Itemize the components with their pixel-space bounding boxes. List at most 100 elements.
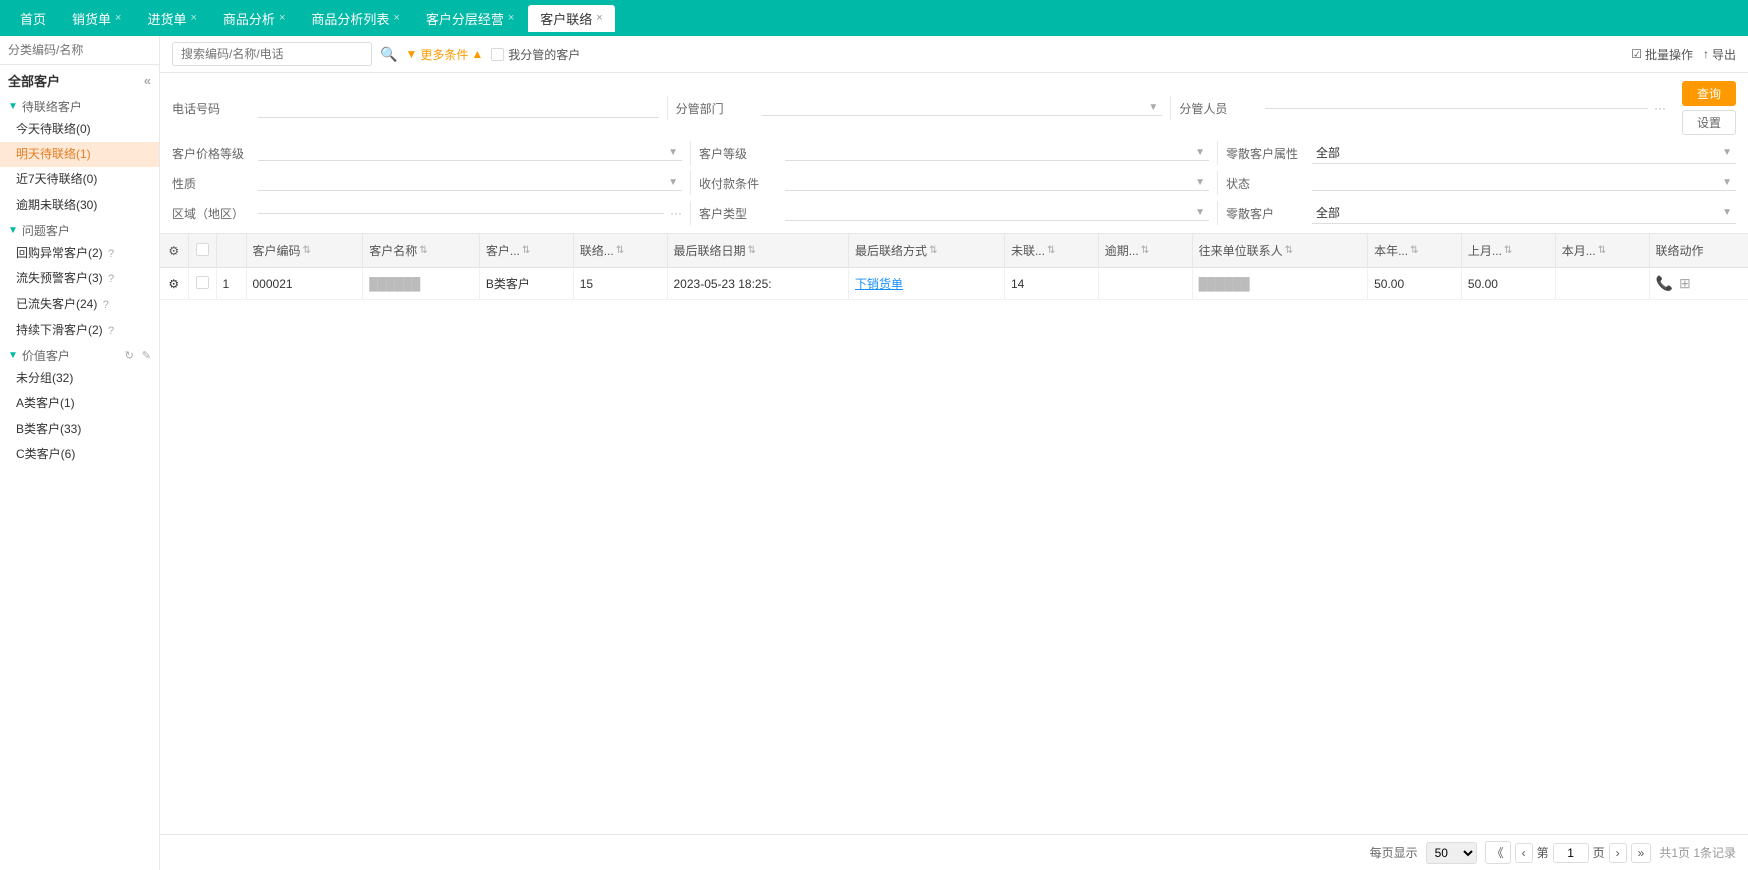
sidebar-item-overdue[interactable]: 逾期未联络(30) [0,193,159,218]
group-problem-customers[interactable]: ▼ 问题客户 [0,218,159,241]
retail-attr-chevron-icon: ▼ [1722,147,1732,158]
customer-type-chevron-icon: ▼ [1195,207,1205,218]
sidebar-item-ungrouped[interactable]: 未分组(32) [0,366,159,391]
nature-select[interactable]: ▼ [258,175,682,191]
sidebar-item-class-b[interactable]: B类客户(33) [0,417,159,442]
sidebar-item-class-c[interactable]: C类客户(6) [0,442,159,467]
refresh-icon[interactable]: ↻ [125,349,134,362]
th-unit-contacts[interactable]: 往来单位联系人⇅ [1192,234,1368,268]
customers-table: ⚙ 客户编码⇅ 客户名称⇅ 客户...⇅ [160,234,1748,300]
query-button[interactable]: 查询 [1682,81,1736,106]
th-checkbox[interactable] [188,234,216,268]
more-conditions-btn[interactable]: ▼ 更多条件 ▲ [405,46,483,63]
group-pending-contact[interactable]: ▼ 待联络客户 [0,94,159,117]
first-page-btn[interactable]: 《 [1485,841,1511,864]
close-goods-analysis-icon[interactable]: × [279,12,285,24]
th-checkbox-box[interactable] [196,243,209,256]
collapse-icon[interactable]: « [144,73,151,88]
arrow-pending-icon: ▼ [8,101,18,112]
filter-nature: 性质 ▼ [172,175,682,192]
row-gear[interactable]: ⚙ [160,268,188,300]
sidebar-item-tomorrow[interactable]: 明天待联络(1) [0,142,159,167]
sidebar-item-churn-warning[interactable]: 流失预警客户(3) ? [0,266,159,292]
sidebar-item-7days[interactable]: 近7天待联络(0) [0,167,159,192]
status-select[interactable]: ▼ [1312,175,1736,191]
dept-select[interactable]: ▼ [762,100,1163,116]
contact-phone-icon[interactable]: 📞 [1656,275,1673,292]
th-this-year[interactable]: 本年...⇅ [1368,234,1462,268]
retail-attr-select[interactable]: 全部 ▼ [1312,142,1736,164]
close-sales-icon[interactable]: × [115,12,121,24]
sort-last-month-icon: ⇅ [1504,245,1512,256]
payment-terms-select[interactable]: ▼ [785,175,1209,191]
filter-bar: 🔍 ▼ 更多条件 ▲ 我分管的客户 ☑ 批量操作 ↑ 导出 [160,36,1748,73]
edit-value-icon[interactable]: ✎ [142,349,151,362]
row-checkbox[interactable] [188,268,216,300]
last-page-btn[interactable]: » [1631,843,1652,863]
th-customer-type[interactable]: 客户...⇅ [479,234,573,268]
per-page-select[interactable]: 50 20 100 [1426,842,1477,864]
region-ellipsis-btn[interactable]: ··· [670,206,682,220]
phone-input[interactable] [258,99,659,118]
th-overdue[interactable]: 逾期...⇅ [1098,234,1192,268]
close-purchase-icon[interactable]: × [190,12,196,24]
sidebar-item-class-a[interactable]: A类客户(1) [0,391,159,416]
row-overdue [1098,268,1192,300]
th-this-month[interactable]: 本月...⇅ [1555,234,1649,268]
prev-page-btn[interactable]: ‹ [1515,843,1533,863]
nav-customer-segment[interactable]: 客户分层经营 × [414,5,526,32]
batch-op-btn[interactable]: ☑ 批量操作 [1631,46,1693,63]
contact-more-icon[interactable]: ⊞ [1679,275,1691,292]
search-button[interactable]: 🔍 [380,46,397,63]
th-gear[interactable]: ⚙ [160,234,188,268]
price-level-select[interactable]: ▼ [258,145,682,161]
dept-chevron-icon: ▼ [1148,102,1158,113]
filter-bar-right: ☑ 批量操作 ↑ 导出 [1631,46,1736,63]
sidebar-item-today[interactable]: 今天待联络(0) [0,117,159,142]
close-customer-contact-icon[interactable]: × [596,12,602,24]
sort-type-icon: ⇅ [522,245,530,256]
th-last-contact-method[interactable]: 最后联络方式⇅ [849,234,1005,268]
th-customer-name[interactable]: 客户名称⇅ [363,234,480,268]
row-contacts: 15 [573,268,667,300]
close-customer-segment-icon[interactable]: × [508,12,514,24]
my-customers-toggle[interactable]: 我分管的客户 [491,46,580,63]
reset-button[interactable]: 设置 [1682,110,1736,135]
th-last-month[interactable]: 上月...⇅ [1461,234,1555,268]
search-input[interactable] [172,42,372,66]
sidebar-item-churned[interactable]: 已流失客户(24) ? [0,292,159,318]
all-customers-label: 全部客户 [8,71,60,90]
per-page-label: 每页显示 [1370,844,1418,861]
nav-purchase[interactable]: 进货单 × [135,5,208,32]
person-ellipsis-btn[interactable]: ··· [1654,101,1666,115]
close-goods-analysis-list-icon[interactable]: × [393,12,399,24]
sidebar-item-declining[interactable]: 持续下滑客户(2) ? [0,318,159,344]
group-value-customers[interactable]: ▼ 价值客户 ↻ ✎ [0,343,159,366]
nav-sales[interactable]: 销货单 × [60,5,133,32]
th-uncontacted[interactable]: 未联...⇅ [1004,234,1098,268]
nav-home[interactable]: 首页 [8,5,58,32]
row-this-year: 50.00 [1368,268,1462,300]
filter-row-4: 区域（地区） ··· 客户类型 ▼ 零散客户 全部 [172,201,1736,225]
my-customers-checkbox[interactable] [491,48,504,61]
th-contacts[interactable]: 联络...⇅ [573,234,667,268]
sidebar-search-input[interactable] [8,43,160,57]
th-last-contact-date[interactable]: 最后联络日期⇅ [667,234,849,268]
customer-type-select[interactable]: ▼ [785,205,1209,221]
row-unit-contacts: ██████ [1192,268,1368,300]
sidebar-item-repurchase-anomaly[interactable]: 回购异常客户(2) ? [0,241,159,267]
filter-actions: 查询 设置 [1682,81,1736,135]
row-cb-box[interactable] [196,276,209,289]
customer-level-select[interactable]: ▼ [785,145,1209,161]
export-btn[interactable]: ↑ 导出 [1703,46,1736,63]
nav-customer-contact[interactable]: 客户联络 × [528,5,614,32]
row-idx: 1 [216,268,246,300]
retail-customer-select[interactable]: 全部 ▼ [1312,202,1736,224]
th-customer-code[interactable]: 客户编码⇅ [246,234,363,268]
nav-goods-analysis[interactable]: 商品分析 × [211,5,297,32]
next-page-btn[interactable]: › [1609,843,1627,863]
page-input[interactable] [1553,843,1589,863]
page-unit: 页 [1593,844,1605,861]
row-last-contact-method[interactable]: 下销货单 [849,268,1005,300]
nav-goods-analysis-list[interactable]: 商品分析列表 × [299,5,411,32]
